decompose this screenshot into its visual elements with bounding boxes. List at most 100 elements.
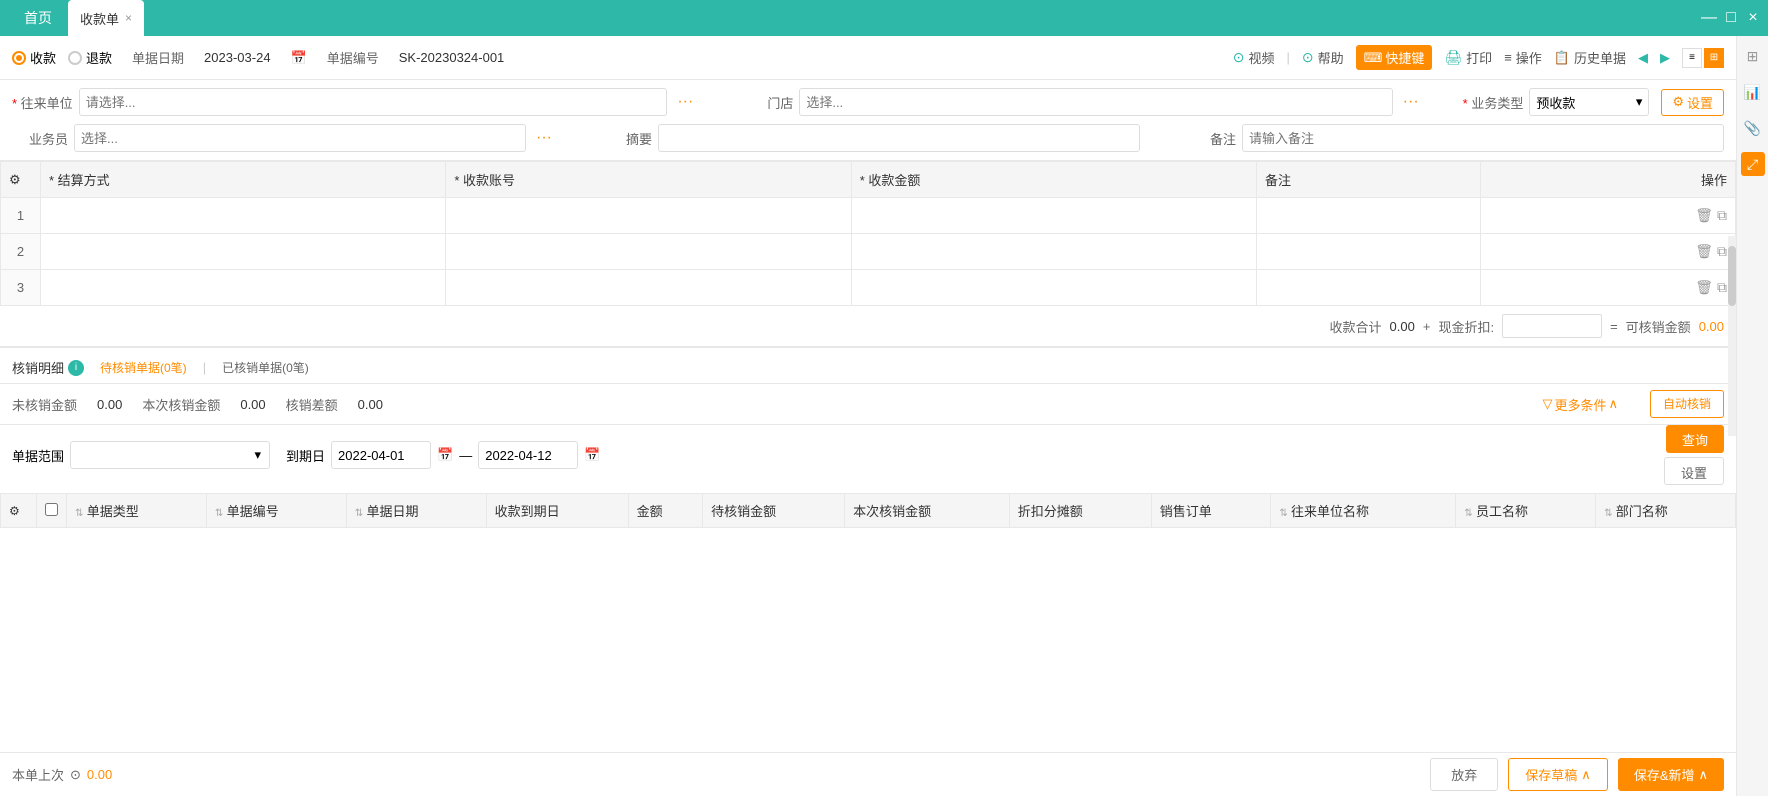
verify-current-header: 本次核销金额 (845, 494, 1010, 528)
select-all-checkbox[interactable] (45, 503, 58, 516)
scrollbar[interactable] (1728, 236, 1736, 436)
action-1: 🗑 ⧉ (1481, 198, 1736, 234)
history-btn[interactable]: 📋 历史单据 (1554, 48, 1626, 67)
close-button[interactable]: × (1746, 11, 1760, 25)
verify-order-header: 销售订单 (1151, 494, 1271, 528)
remark-label: 备注 (1180, 129, 1236, 148)
store-field: 门店 ··· (737, 88, 1422, 116)
calendar-to-icon[interactable]: 📅 (584, 447, 600, 463)
maximize-button[interactable]: □ (1724, 11, 1738, 25)
copy-icon-3[interactable]: ⧉ (1717, 279, 1727, 296)
radio-refund[interactable]: 退款 (68, 48, 112, 67)
partner-more-btn[interactable]: ··· (673, 93, 697, 111)
settlement-3[interactable] (41, 270, 446, 306)
business-type-select[interactable]: 预收款 ▾ (1529, 88, 1649, 116)
business-type-label: 业务类型 (1463, 93, 1524, 112)
salesperson-label: 业务员 (12, 129, 68, 148)
verify-discount-header: 折扣分摊额 (1009, 494, 1151, 528)
date-value[interactable]: 2023-03-24 (204, 50, 271, 65)
table-row: 3 🗑 ⧉ (1, 270, 1736, 306)
tab-bar: 首页 收款单 × — □ × (0, 0, 1768, 36)
store-input[interactable] (799, 88, 1392, 116)
help-btn[interactable]: ⊙ 帮助 (1302, 48, 1344, 67)
copy-icon-2[interactable]: ⧉ (1717, 243, 1727, 260)
history-icon: 📋 (1554, 50, 1570, 66)
calendar-icon[interactable]: 📅 (291, 50, 307, 66)
radio-receipt[interactable]: 收款 (12, 48, 56, 67)
verify-table-section: ⚙ ⇅ 单据类型 ⇅ 单据编号 ⇅ 单据日期 收款到期日 金额 待核销金额 本次… (0, 493, 1736, 752)
remark-input[interactable] (1242, 124, 1724, 152)
shortcut-label: 快捷键 (1385, 48, 1424, 67)
remark-3[interactable] (1257, 270, 1481, 306)
salesperson-input[interactable] (74, 124, 526, 152)
chevron-up-icon: ∧ (1608, 396, 1618, 412)
amount-1[interactable] (851, 198, 1256, 234)
minimize-button[interactable]: — (1702, 11, 1716, 25)
verify-settings-col[interactable]: ⚙ (1, 494, 37, 528)
operation-btn[interactable]: ≡ 操作 (1504, 48, 1542, 67)
save-draft-button[interactable]: 保存草稿 ∧ (1508, 758, 1608, 791)
table-settings-header[interactable]: ⚙ (1, 162, 41, 198)
video-btn[interactable]: ⊙ 视频 (1233, 48, 1275, 67)
delete-icon-3[interactable]: 🗑 (1695, 279, 1713, 296)
account-1[interactable] (446, 198, 851, 234)
verify-settings-button[interactable]: 设置 (1664, 457, 1724, 485)
partner-field: 往来单位 ··· (12, 88, 697, 116)
store-more-btn[interactable]: ··· (1399, 93, 1423, 111)
sidebar-attachment-icon[interactable]: 📎 (1741, 116, 1765, 140)
tab-close-icon[interactable]: × (125, 11, 132, 25)
amount-2[interactable] (851, 234, 1256, 270)
sidebar-expand-icon[interactable]: ⤢ (1741, 152, 1765, 176)
date-separator: — (459, 448, 472, 463)
done-tab[interactable]: 已核销单据(0笔) (222, 359, 309, 376)
save-draft-label: 保存草稿 (1525, 765, 1577, 784)
date-from-input[interactable] (331, 441, 431, 469)
view-grid-icon[interactable]: ⊞ (1704, 48, 1724, 68)
copy-icon-1[interactable]: ⧉ (1717, 207, 1727, 224)
bottom-actions: 放弃 保存草稿 ∧ 保存&新增 ∧ (1430, 758, 1724, 791)
save-new-button[interactable]: 保存&新增 ∧ (1618, 758, 1724, 791)
date-to-input[interactable] (478, 441, 578, 469)
account-3[interactable] (446, 270, 851, 306)
view-list-icon[interactable]: ≡ (1682, 48, 1702, 68)
settlement-1[interactable] (41, 198, 446, 234)
salesperson-more-btn[interactable]: ··· (532, 129, 556, 147)
print-icon: 🖨 (1444, 49, 1462, 66)
partner-input[interactable] (79, 88, 668, 116)
remark-2[interactable] (1257, 234, 1481, 270)
pending-tab[interactable]: 待核销单据(0笔) (100, 359, 187, 376)
discount-input[interactable] (1502, 314, 1602, 338)
auto-verify-btn[interactable]: 自动核销 (1650, 390, 1724, 418)
calendar-from-icon[interactable]: 📅 (437, 447, 453, 463)
shortcut-btn[interactable]: ⌨ 快捷键 (1356, 45, 1433, 70)
info-icon[interactable]: i (68, 360, 84, 376)
tab-receipt[interactable]: 收款单 × (68, 0, 144, 36)
sidebar-report-icon[interactable]: 📊 (1741, 80, 1765, 104)
tab-home[interactable]: 首页 (8, 0, 68, 36)
more-filter-btn[interactable]: ▽ 更多条件 ∧ (1542, 395, 1618, 414)
settlement-2[interactable] (41, 234, 446, 270)
verify-amount-header: 金额 (628, 494, 703, 528)
print-btn[interactable]: 🖨 打印 (1444, 48, 1492, 67)
nav-prev-icon[interactable]: ◀ (1638, 50, 1648, 66)
form-section: 往来单位 ··· 门店 ··· 业务类型 预收款 ▾ (0, 80, 1736, 161)
nav-next-icon[interactable]: ▶ (1660, 50, 1670, 66)
operation-label: 操作 (1516, 48, 1542, 67)
delete-icon-1[interactable]: 🗑 (1695, 207, 1713, 224)
verify-pending-header: 待核销金额 (703, 494, 845, 528)
settings-button[interactable]: ⚙ 设置 (1661, 89, 1724, 116)
right-sidebar: ⊞ 📊 📎 ⤢ (1736, 36, 1768, 796)
verify-checkbox-col[interactable] (37, 494, 67, 528)
bill-range-chevron: ▾ (254, 447, 261, 463)
summary-input[interactable] (658, 124, 1140, 152)
abandon-button[interactable]: 放弃 (1430, 758, 1498, 791)
delete-icon-2[interactable]: 🗑 (1695, 243, 1713, 260)
remark-1[interactable] (1257, 198, 1481, 234)
amount-3[interactable] (851, 270, 1256, 306)
bill-range-select[interactable]: ▾ (70, 441, 270, 469)
discount-label: 现金折扣: (1438, 317, 1494, 336)
scrollbar-thumb[interactable] (1728, 246, 1736, 306)
sidebar-table-icon[interactable]: ⊞ (1741, 44, 1765, 68)
account-2[interactable] (446, 234, 851, 270)
query-button[interactable]: 查询 (1666, 425, 1724, 453)
